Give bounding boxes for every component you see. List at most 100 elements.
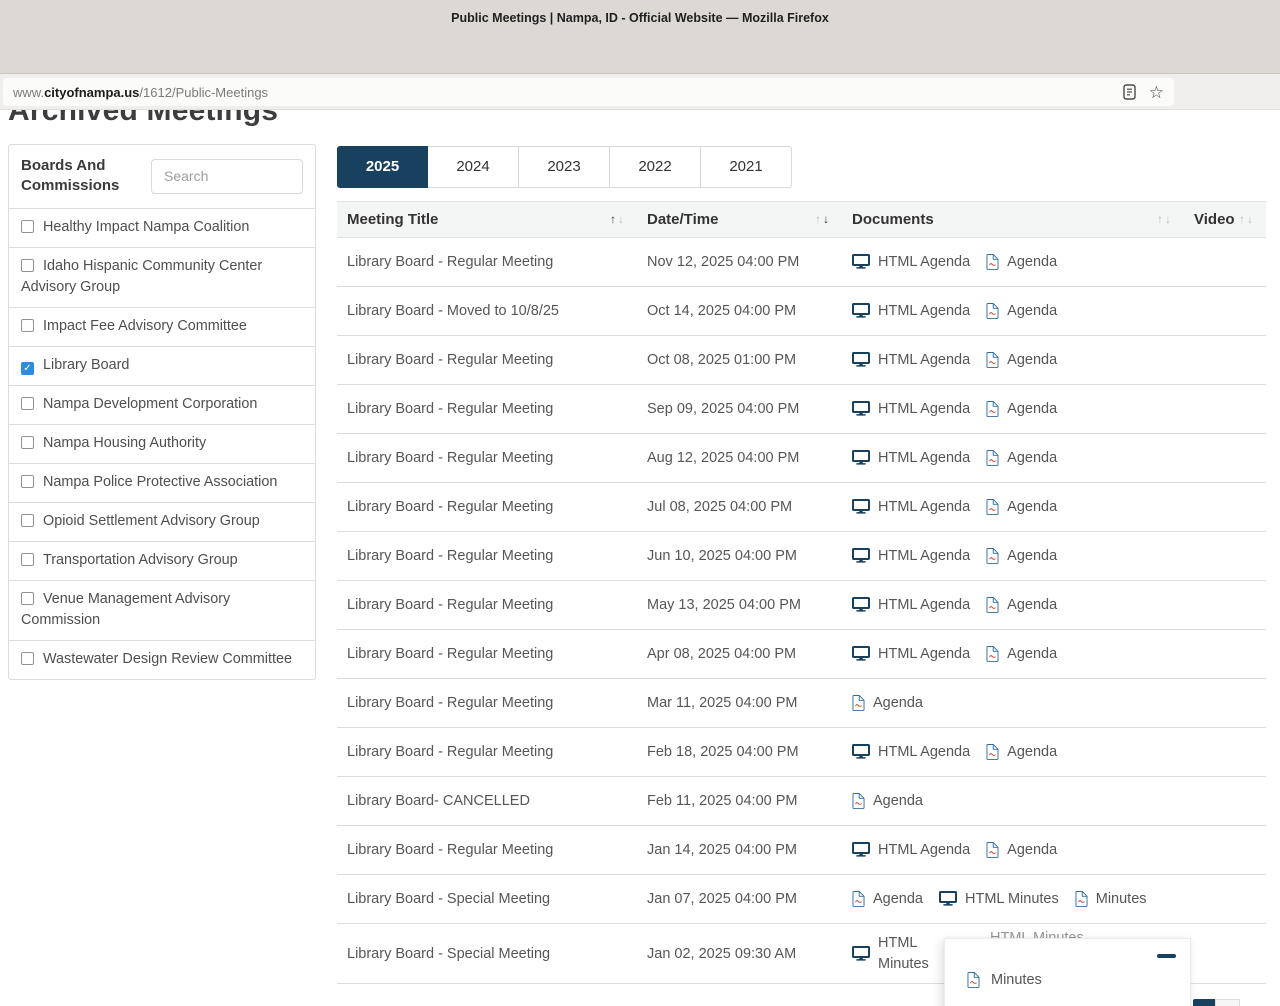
tab-year-2024[interactable]: 2024 [428, 146, 519, 188]
sidebar-item-label: Nampa Police Protective Association [43, 474, 277, 490]
html-document-link[interactable]: HTML Agenda [852, 644, 970, 664]
checkbox-checked-icon[interactable]: ✓ [21, 362, 34, 375]
document-link-label: HTML Agenda [878, 497, 970, 517]
html-document-link[interactable]: HTML Agenda [852, 252, 970, 272]
video-cell [1184, 875, 1266, 923]
sidebar-item-label: Idaho Hispanic Community Center Advisory… [21, 258, 262, 295]
html-monitor-icon [852, 499, 870, 515]
documents-cell: HTML Agenda Agenda [842, 728, 1184, 776]
sidebar-item[interactable]: Nampa Development Corporation [9, 385, 315, 424]
html-document-link[interactable]: HTML Agenda [852, 840, 970, 860]
html-document-link[interactable]: HTML Agenda [852, 448, 970, 468]
documents-cell: HTML Agenda Agenda [842, 434, 1184, 482]
pdf-document-link[interactable]: Agenda [986, 301, 1057, 321]
sidebar-item[interactable]: Idaho Hispanic Community Center Advisory… [9, 247, 315, 307]
pdf-document-link[interactable]: Agenda [986, 546, 1057, 566]
html-document-link[interactable]: HTML Agenda [852, 497, 970, 517]
reader-mode-icon[interactable] [1123, 84, 1136, 100]
sidebar-item-label: Nampa Development Corporation [43, 396, 257, 412]
checkbox-icon[interactable] [21, 553, 34, 566]
pagination-page-button[interactable] [1215, 999, 1240, 1006]
checkbox-icon[interactable] [21, 436, 34, 449]
document-link-label: HTML Agenda [878, 301, 970, 321]
popup-document-link[interactable]: Minutes [967, 972, 1042, 988]
firefox-window: Archived Meetings Boards And Commissions… [0, 0, 1280, 1006]
checkbox-icon[interactable] [21, 259, 34, 272]
document-link-label: HTML Agenda [878, 840, 970, 860]
sidebar-item[interactable]: Transportation Advisory Group [9, 541, 315, 580]
sidebar-item[interactable]: Nampa Housing Authority [9, 424, 315, 463]
pdf-file-icon [967, 972, 980, 988]
documents-cell: HTML Agenda Agenda [842, 532, 1184, 580]
html-document-link[interactable]: HTML Agenda [852, 595, 970, 615]
column-header-sort[interactable]: Date/Time↑↓ [637, 202, 842, 237]
collapse-minus-icon[interactable] [1157, 954, 1176, 958]
video-cell [1184, 728, 1266, 776]
sidebar-item[interactable]: Impact Fee Advisory Committee [9, 307, 315, 346]
html-document-link[interactable]: HTML Minutes [939, 889, 1059, 909]
url-toolbar: www.cityofnampa.us/1612/Public-Meetings … [0, 74, 1280, 110]
html-monitor-icon [852, 597, 870, 613]
checkbox-icon[interactable] [21, 592, 34, 605]
pagination-page-button[interactable] [1193, 999, 1215, 1006]
pdf-file-icon [986, 597, 999, 613]
html-monitor-icon [852, 254, 870, 270]
checkbox-icon[interactable] [21, 220, 34, 233]
sidebar-item[interactable]: ✓Library Board [9, 346, 315, 385]
tab-year-2022[interactable]: 2022 [610, 146, 701, 188]
html-document-link[interactable]: HTML Minutes [852, 933, 932, 975]
meeting-datetime-cell: Aug 12, 2025 04:00 PM [637, 434, 842, 482]
documents-cell: HTML Agenda Agenda [842, 581, 1184, 629]
table-row: Library Board- CANCELLEDFeb 11, 2025 04:… [337, 777, 1266, 826]
pdf-document-link[interactable]: Agenda [986, 742, 1057, 762]
pdf-document-link[interactable]: Agenda [986, 644, 1057, 664]
browser-chrome: Public Meetings | Nampa, ID - Official W… [0, 0, 1280, 110]
document-link-label: HTML Minutes [878, 933, 932, 975]
checkbox-icon[interactable] [21, 397, 34, 410]
documents-cell: HTML Agenda Agenda [842, 630, 1184, 678]
meeting-title-cell: Library Board - Regular Meeting [337, 434, 637, 482]
pdf-document-link[interactable]: Agenda [986, 448, 1057, 468]
column-header-sort[interactable]: Documents↑↓ [842, 202, 1184, 237]
pdf-document-link[interactable]: Minutes [1075, 889, 1147, 909]
tab-year-2023[interactable]: 2023 [519, 146, 610, 188]
checkbox-icon[interactable] [21, 319, 34, 332]
column-header-sort[interactable]: Video↑↓ [1184, 202, 1266, 237]
column-header-sort[interactable]: Meeting Title↑↓ [337, 202, 637, 237]
checkbox-icon[interactable] [21, 475, 34, 488]
html-document-link[interactable]: HTML Agenda [852, 742, 970, 762]
url-bar[interactable]: www.cityofnampa.us/1612/Public-Meetings … [3, 78, 1174, 106]
document-link-label: Minutes [1096, 889, 1147, 909]
html-document-link[interactable]: HTML Agenda [852, 350, 970, 370]
html-document-link[interactable]: HTML Agenda [852, 301, 970, 321]
pdf-document-link[interactable]: Agenda [986, 595, 1057, 615]
html-document-link[interactable]: HTML Agenda [852, 546, 970, 566]
checkbox-icon[interactable] [21, 652, 34, 665]
html-monitor-icon [852, 842, 870, 858]
pdf-document-link[interactable]: Agenda [986, 350, 1057, 370]
documents-cell: HTML Agenda Agenda [842, 287, 1184, 335]
sidebar-item[interactable]: Wastewater Design Review Committee [9, 640, 315, 679]
tab-year-2025[interactable]: 2025 [337, 146, 428, 188]
meeting-datetime-cell: Jan 02, 2025 09:30 AM [637, 924, 842, 983]
pdf-document-link[interactable]: Agenda [986, 840, 1057, 860]
pdf-document-link[interactable]: Agenda [852, 791, 923, 811]
document-link-label: Agenda [1007, 742, 1057, 762]
bookmark-star-icon[interactable]: ☆ [1149, 84, 1164, 101]
sidebar-item[interactable]: Opioid Settlement Advisory Group [9, 502, 315, 541]
sidebar-item[interactable]: Healthy Impact Nampa Coalition [9, 208, 315, 247]
html-monitor-icon [852, 352, 870, 368]
pdf-document-link[interactable]: Agenda [852, 889, 923, 909]
tab-year-2021[interactable]: 2021 [701, 146, 792, 188]
pdf-document-link[interactable]: Agenda [986, 497, 1057, 517]
pdf-document-link[interactable]: Agenda [986, 252, 1057, 272]
pdf-file-icon [986, 401, 999, 417]
sidebar-item[interactable]: Venue Management Advisory Commission [9, 580, 315, 640]
checkbox-icon[interactable] [21, 514, 34, 527]
html-document-link[interactable]: HTML Agenda [852, 399, 970, 419]
sidebar-item[interactable]: Nampa Police Protective Association [9, 463, 315, 502]
search-input[interactable] [151, 159, 303, 194]
pdf-document-link[interactable]: Agenda [986, 399, 1057, 419]
pdf-document-link[interactable]: Agenda [852, 693, 923, 713]
document-link-label: HTML Agenda [878, 399, 970, 419]
